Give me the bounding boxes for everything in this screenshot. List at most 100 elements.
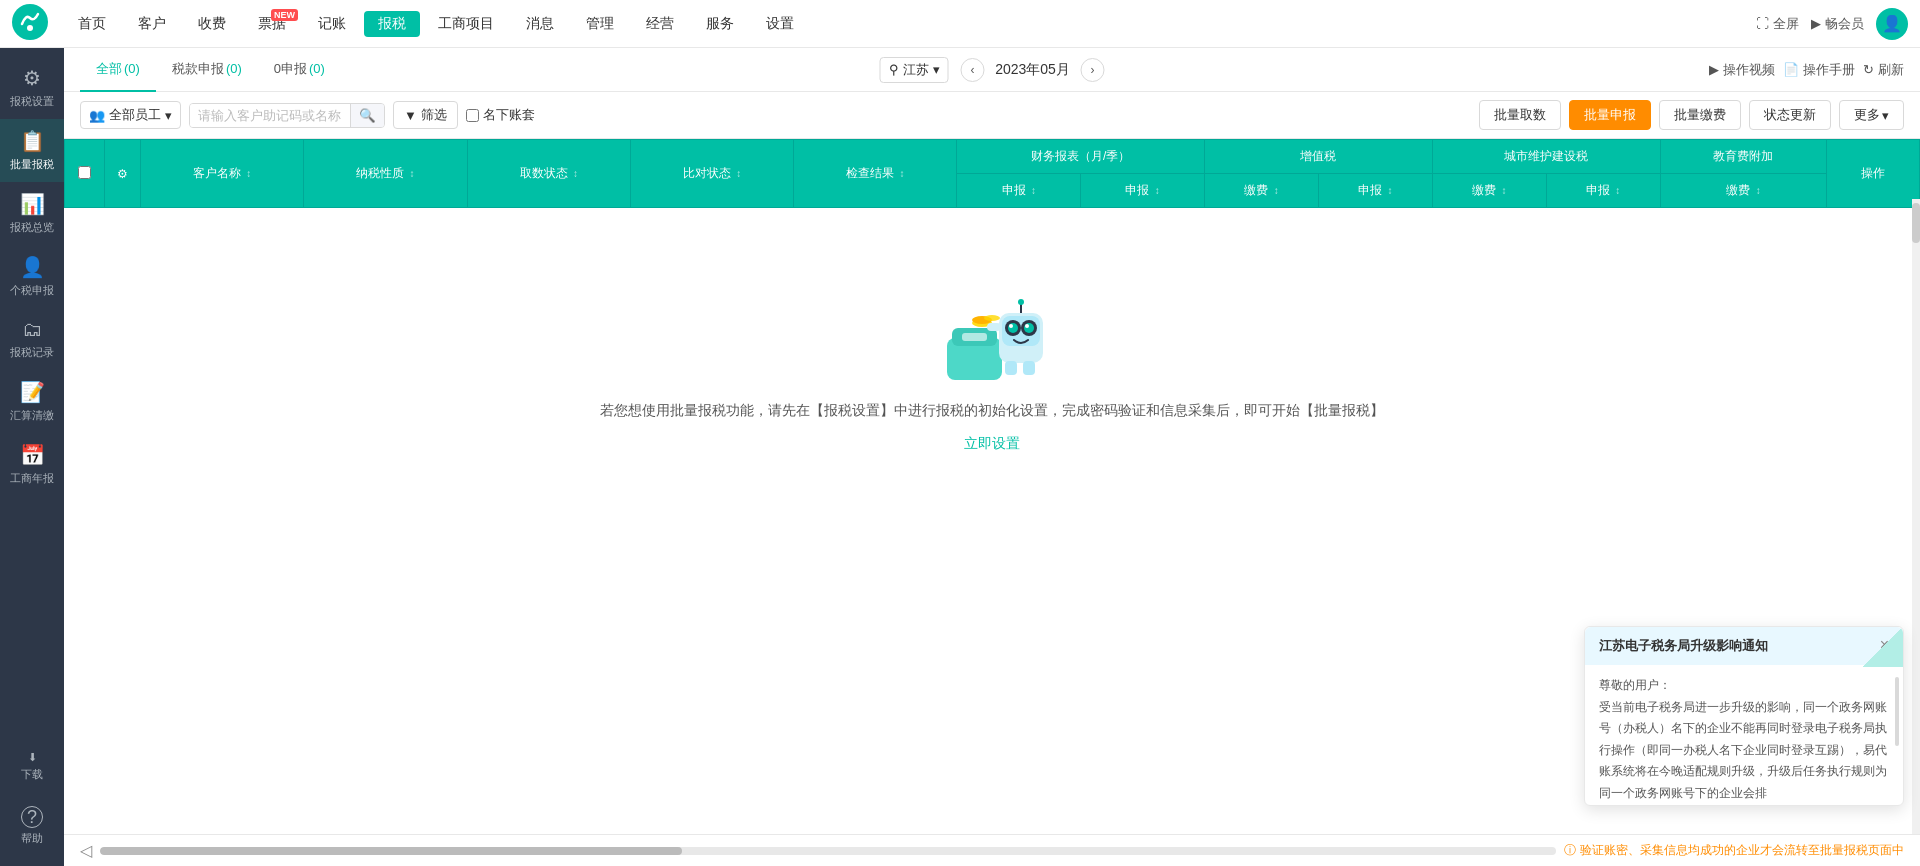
sub-tabs-right: ▶ 操作视频 📄 操作手册 ↻ 刷新 xyxy=(1709,61,1904,79)
select-all-checkbox[interactable] xyxy=(78,166,91,179)
refresh-btn[interactable]: ↻ 刷新 xyxy=(1863,61,1904,79)
svg-rect-16 xyxy=(987,323,1001,331)
next-month-btn[interactable]: › xyxy=(1081,58,1105,82)
video-icon: ▶ xyxy=(1709,62,1719,77)
checkbox-label[interactable]: 名下账套 xyxy=(466,106,535,124)
status-update-btn[interactable]: 状态更新 xyxy=(1749,100,1831,130)
vip-btn[interactable]: ▶ 畅会员 xyxy=(1811,15,1864,33)
svg-rect-19 xyxy=(1005,361,1017,375)
operation-manual-btn[interactable]: 📄 操作手册 xyxy=(1783,61,1855,79)
more-dropdown-icon: ▾ xyxy=(1882,108,1889,123)
app-logo[interactable] xyxy=(12,4,48,43)
tab-all[interactable]: 全部 (0) xyxy=(80,48,156,92)
svg-point-1 xyxy=(27,25,33,31)
region-selector[interactable]: ⚲ 江苏 ▾ xyxy=(880,57,949,83)
notification-close-btn[interactable]: × xyxy=(1880,637,1889,653)
sidebar-item-annual-settle[interactable]: 📝 汇算清缴 xyxy=(0,370,64,433)
notification-body: 尊敬的用户： 受当前电子税务局进一步升级的影响，同一个政务网账号（办税人）名下的… xyxy=(1585,665,1903,805)
notification-scrollbar-thumb xyxy=(1895,677,1899,746)
batch-tax-icon: 📋 xyxy=(20,129,45,153)
th-vat-declare: 申报 ↕ xyxy=(1081,174,1205,208)
th-check-result: 检查结果 ↕ xyxy=(794,140,957,208)
search-button[interactable]: 🔍 xyxy=(350,104,384,127)
sidebar-item-tax-overview[interactable]: 📊 报税总览 xyxy=(0,182,64,245)
prev-month-btn[interactable]: ‹ xyxy=(961,58,985,82)
account-checkbox[interactable] xyxy=(466,109,479,122)
robot-illustration xyxy=(927,268,1057,398)
sidebar-item-tax-record[interactable]: 🗂 报税记录 xyxy=(0,308,64,370)
tab-zero-declaration[interactable]: 0申报 (0) xyxy=(258,48,341,92)
th-vat: 增值税 xyxy=(1205,140,1433,174)
annual-settle-icon: 📝 xyxy=(20,380,45,404)
nav-operation[interactable]: 经营 xyxy=(632,11,688,37)
horizontal-scrollbar[interactable] xyxy=(100,847,1556,855)
notification-popup: 江苏电子税务局升级影响通知 × 尊敬的用户： 受当前电子税务局进一步升级的影响，… xyxy=(1584,626,1904,806)
employee-filter-icon: 👥 xyxy=(89,108,105,123)
nav-tax[interactable]: 报税 xyxy=(364,11,420,37)
user-avatar[interactable]: 👤 xyxy=(1876,8,1908,40)
sidebar-item-annual-report[interactable]: 📅 工商年报 xyxy=(0,433,64,496)
table-scrollbar-thumb xyxy=(1912,203,1920,243)
th-fetch-status: 取数状态 ↕ xyxy=(467,140,630,208)
month-navigation: ‹ 2023年05月 › xyxy=(961,58,1105,82)
region-dropdown-icon: ▾ xyxy=(933,62,940,77)
nav-message[interactable]: 消息 xyxy=(512,11,568,37)
filter-button[interactable]: ▼ 筛选 xyxy=(393,101,458,129)
annual-report-icon: 📅 xyxy=(20,443,45,467)
sidebar-item-batch-tax[interactable]: 📋 批量报税 xyxy=(0,119,64,182)
svg-point-13 xyxy=(1024,323,1034,333)
batch-report-btn[interactable]: 批量申报 xyxy=(1569,100,1651,130)
setup-link[interactable]: 立即设置 xyxy=(964,435,1020,453)
th-financial-declare: 申报 ↕ xyxy=(957,174,1081,208)
empty-state: 若您想使用批量报税功能，请先在【报税设置】中进行报税的初始化设置，完成密码验证和… xyxy=(65,208,1920,513)
vip-icon: ▶ xyxy=(1811,16,1821,31)
personal-tax-icon: 👤 xyxy=(20,255,45,279)
sub-tabs-bar: 全部 (0) 税款申报 (0) 0申报 (0) ⚲ 江苏 ▾ xyxy=(64,48,1920,92)
sidebar-item-tax-settings[interactable]: ⚙ 报税设置 xyxy=(0,56,64,119)
data-table: ⚙ 客户名称 ↕ 纳税性质 ↕ 取数状态 ↕ 比对状态 ↕ xyxy=(64,139,1920,513)
nav-right: ⛶ 全屏 ▶ 畅会员 👤 xyxy=(1756,8,1908,40)
sidebar-bottom: ⬇ 下载 ? 帮助 xyxy=(0,743,64,866)
sidebar: ⚙ 报税设置 📋 批量报税 📊 报税总览 👤 个税申报 🗂 报税记录 📝 汇算清… xyxy=(0,48,64,866)
nav-ticket[interactable]: 票据 NEW xyxy=(244,11,300,37)
nav-manage[interactable]: 管理 xyxy=(572,11,628,37)
empty-main-text: 若您想使用批量报税功能，请先在【报税设置】中进行报税的初始化设置，完成密码验证和… xyxy=(600,398,1384,423)
notification-scrollbar[interactable] xyxy=(1895,667,1899,805)
sidebar-help[interactable]: ? 帮助 xyxy=(0,798,64,854)
sidebar-download[interactable]: ⬇ 下载 xyxy=(0,743,64,790)
th-city-tax: 城市维护建设税 xyxy=(1432,140,1660,174)
batch-pay-btn[interactable]: 批量缴费 xyxy=(1659,100,1741,130)
more-btn[interactable]: 更多 ▾ xyxy=(1839,100,1904,130)
th-financial-report: 财务报表（月/季） xyxy=(957,140,1205,174)
toolbar-right: 批量取数 批量申报 批量缴费 状态更新 更多 ▾ xyxy=(1479,100,1904,130)
operation-video-btn[interactable]: ▶ 操作视频 xyxy=(1709,61,1775,79)
employee-filter-select[interactable]: 👥 全部员工 ▾ xyxy=(80,101,181,129)
month-display: 2023年05月 xyxy=(993,61,1073,79)
th-edu-declare: 申报 ↕ xyxy=(1546,174,1660,208)
nav-customer[interactable]: 客户 xyxy=(124,11,180,37)
nav-service[interactable]: 服务 xyxy=(692,11,748,37)
th-gear: ⚙ xyxy=(105,140,141,208)
employee-dropdown-icon: ▾ xyxy=(165,108,172,123)
manual-icon: 📄 xyxy=(1783,62,1799,77)
svg-point-12 xyxy=(1008,323,1018,333)
nav-setting[interactable]: 设置 xyxy=(752,11,808,37)
notification-greeting: 尊敬的用户： xyxy=(1599,675,1889,697)
th-city-pay: 缴费 ↕ xyxy=(1432,174,1546,208)
nav-business[interactable]: 工商项目 xyxy=(424,11,508,37)
sidebar-item-personal-tax[interactable]: 👤 个税申报 xyxy=(0,245,64,308)
batch-fetch-btn[interactable]: 批量取数 xyxy=(1479,100,1561,130)
nav-bookkeeping[interactable]: 记账 xyxy=(304,11,360,37)
svg-point-7 xyxy=(984,315,1000,321)
svg-rect-4 xyxy=(962,333,987,341)
nav-fee[interactable]: 收费 xyxy=(184,11,240,37)
fullscreen-icon: ⛶ xyxy=(1756,16,1769,31)
search-input[interactable] xyxy=(190,104,350,127)
tab-tax-declaration[interactable]: 税款申报 (0) xyxy=(156,48,258,92)
nav-home[interactable]: 首页 xyxy=(64,11,120,37)
table-scrollbar[interactable] xyxy=(1912,199,1920,834)
th-tax-type: 纳税性质 ↕ xyxy=(304,140,467,208)
fullscreen-btn[interactable]: ⛶ 全屏 xyxy=(1756,15,1799,33)
refresh-icon: ↻ xyxy=(1863,62,1874,77)
svg-point-0 xyxy=(12,4,48,40)
